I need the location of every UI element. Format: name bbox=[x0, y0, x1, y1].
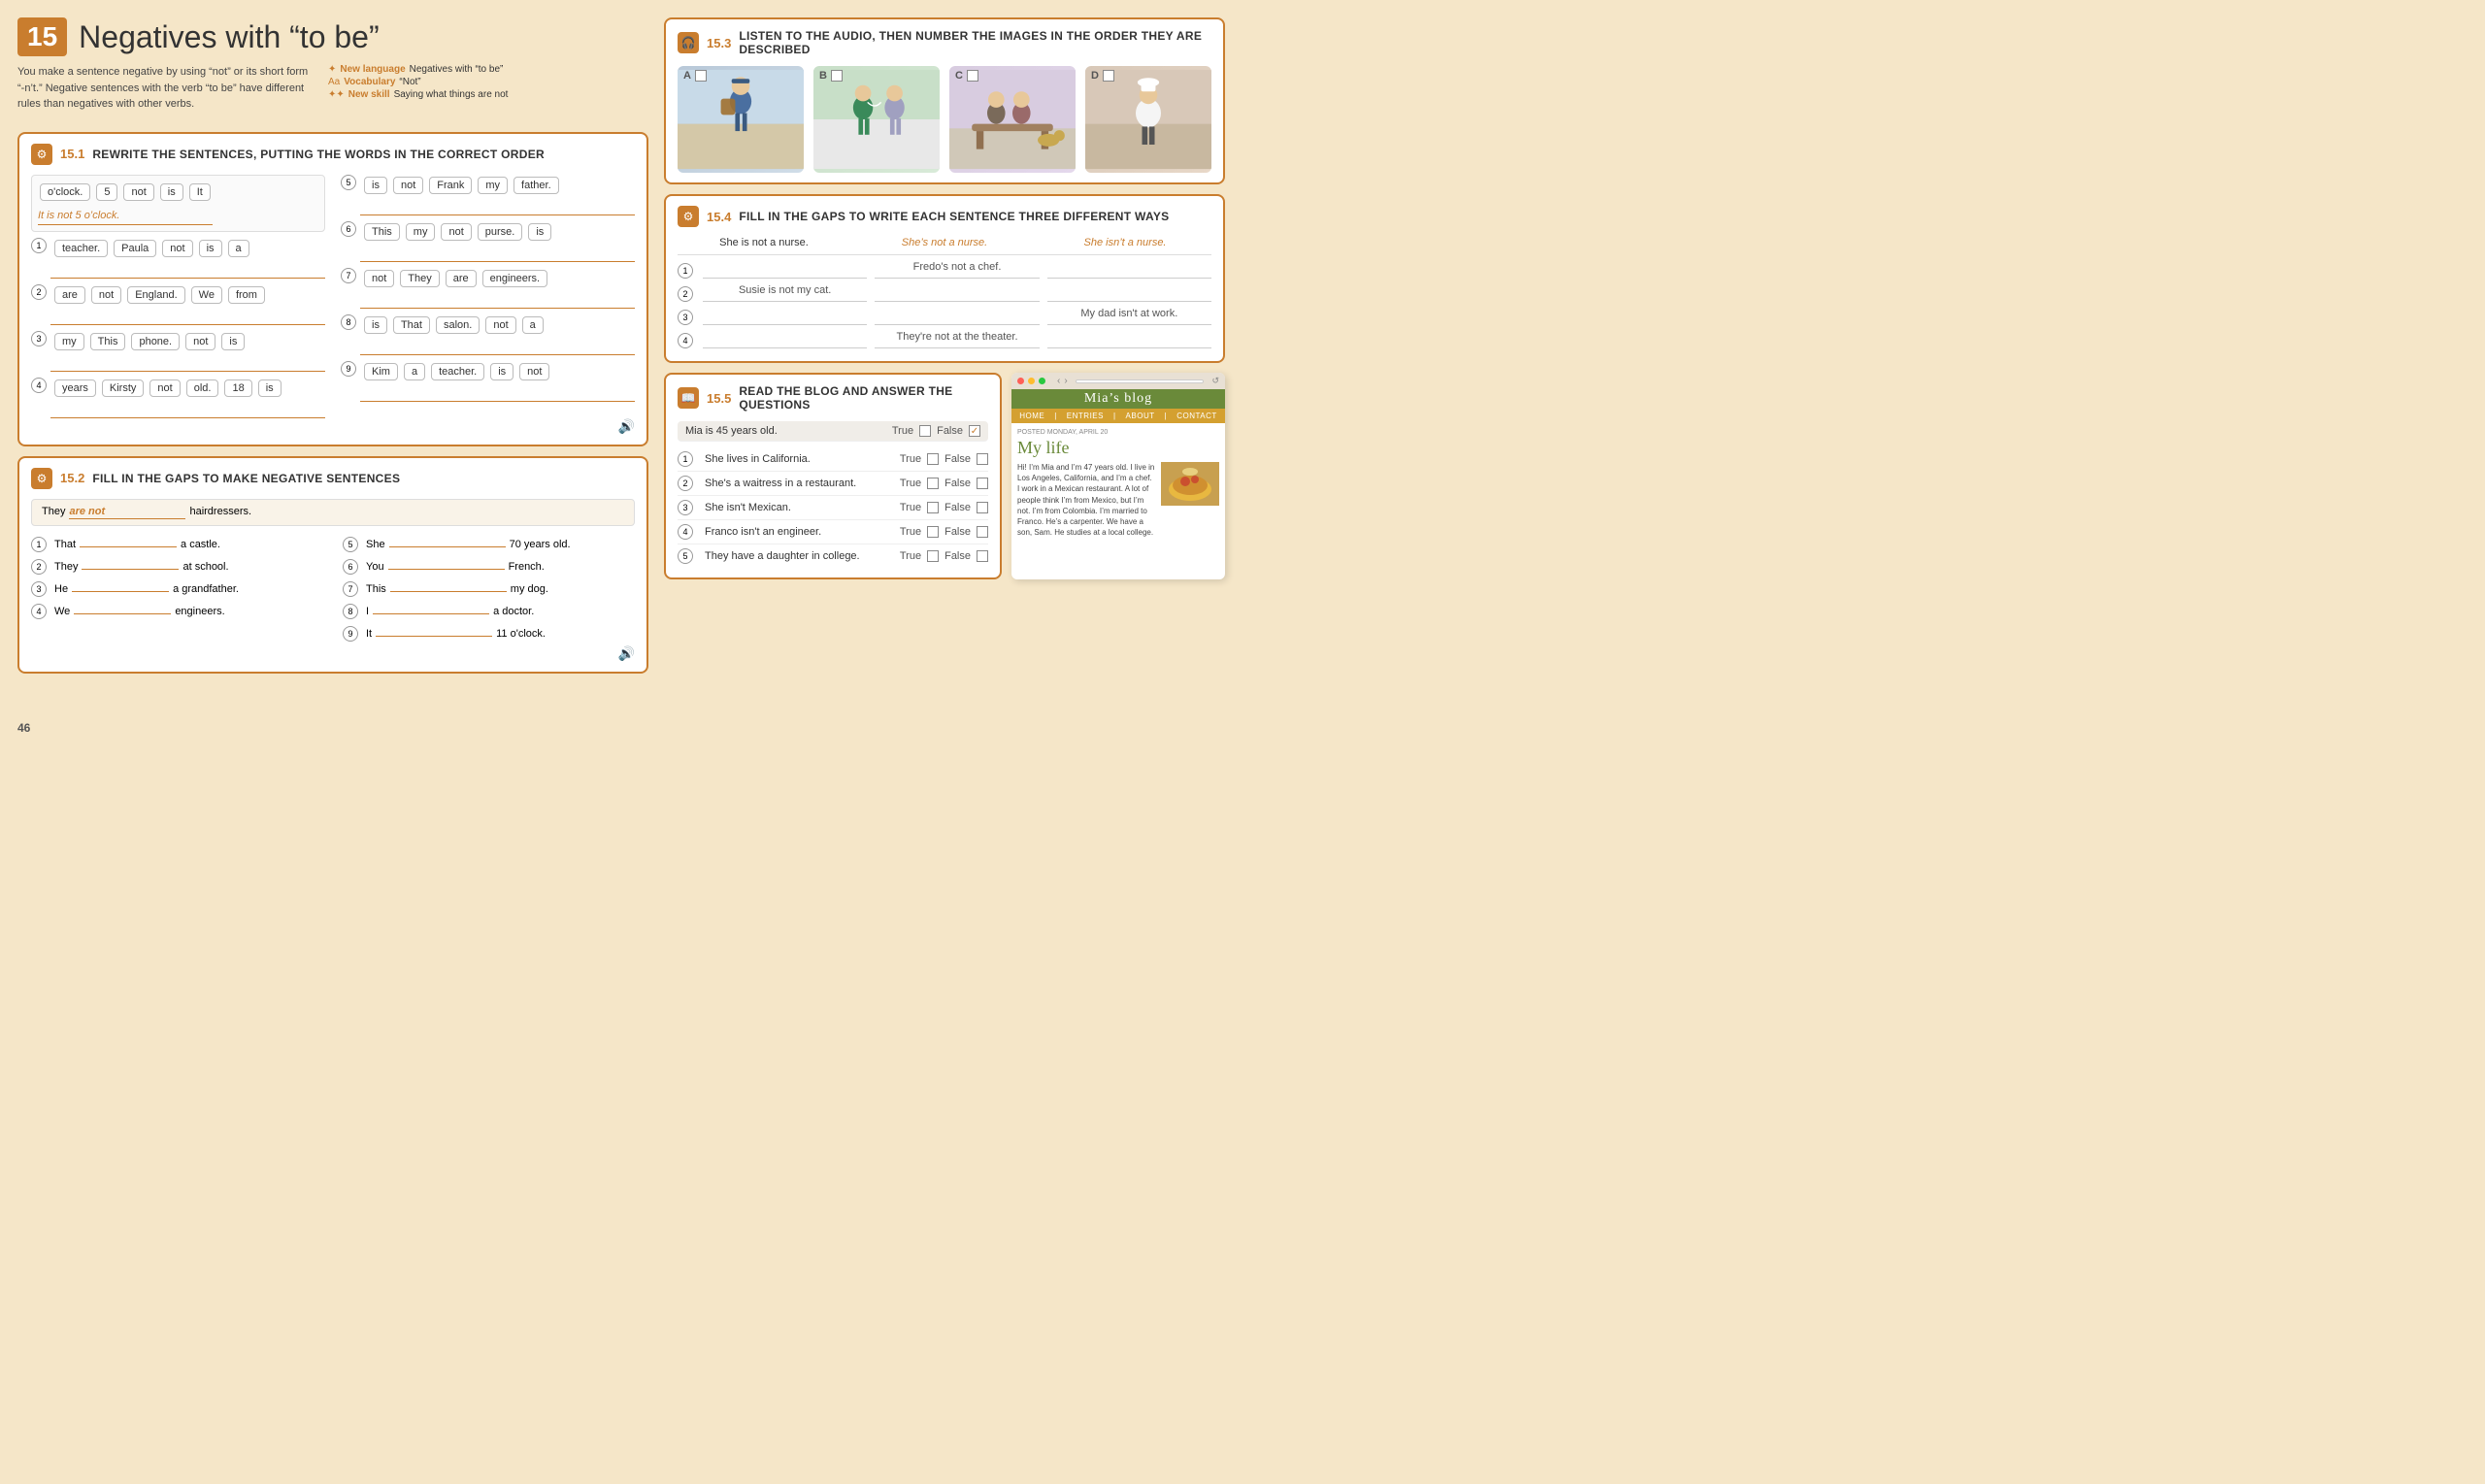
blog-title-banner: Mia’s blog bbox=[1011, 389, 1225, 409]
exercise-icon-15-5: 📖 bbox=[678, 387, 699, 409]
url-bar bbox=[1076, 379, 1205, 383]
true-check-1[interactable] bbox=[927, 453, 939, 465]
ex-row-8: 8 is That salon. not a bbox=[341, 314, 635, 355]
fill-row-5: 5 She 70 years old. bbox=[343, 534, 635, 552]
exercise-icon-15-2: ⚙ bbox=[31, 468, 52, 489]
blog-post-title: My life bbox=[1017, 438, 1219, 458]
question-row-2: 2 She's a waitress in a restaurant. True… bbox=[678, 472, 988, 496]
main-question-row: Mia is 45 years old. True False ✓ bbox=[678, 421, 988, 442]
exercise-icon-15-1: ⚙ bbox=[31, 144, 52, 165]
false-check-5[interactable] bbox=[977, 550, 988, 562]
ex-row-5: 5 is not Frank my father. bbox=[341, 175, 635, 215]
ex15-2-main-row: They are not hairdressers. bbox=[31, 499, 635, 526]
ex15-4-row-2: 2 Susie is not my cat. bbox=[678, 284, 1211, 302]
exercise-15-5: 📖 15.5 READ THE BLOG AND ANSWER THE QUES… bbox=[664, 373, 1002, 579]
word-tile: not bbox=[123, 183, 153, 201]
blog-text: Hi! I’m Mia and I’m 47 years old. I live… bbox=[1017, 462, 1155, 538]
ex15-4-header: She is not a nurse. She’s not a nurse. S… bbox=[678, 237, 1211, 255]
exercise-15-3: 🎧 15.3 LISTEN TO THE AUDIO, THEN NUMBER … bbox=[664, 17, 1225, 184]
false-check-1[interactable] bbox=[977, 453, 988, 465]
question-row-3: 3 She isn't Mexican. True False bbox=[678, 496, 988, 520]
blog-date: POSTED MONDAY, APRIL 20 bbox=[1017, 429, 1219, 436]
true-check-5[interactable] bbox=[927, 550, 939, 562]
false-check-2[interactable] bbox=[977, 478, 988, 489]
exercise-icon-15-4: ⚙ bbox=[678, 206, 699, 227]
lesson-meta: ✦ New language Negatives with “to be” Aa… bbox=[328, 64, 508, 122]
exercise-15-2: ⚙ 15.2 FILL IN THE GAPS TO MAKE NEGATIVE… bbox=[17, 456, 648, 674]
fill-row-7: 7 This my dog. bbox=[343, 578, 635, 597]
true-check-2[interactable] bbox=[927, 478, 939, 489]
image-b: B bbox=[813, 66, 940, 173]
false-checkbox-main[interactable]: ✓ bbox=[969, 425, 980, 437]
true-check-4[interactable] bbox=[927, 526, 939, 538]
word-tile: It bbox=[189, 183, 211, 201]
false-check-4[interactable] bbox=[977, 526, 988, 538]
ex15-4-row-4: 4 They're not at the theater. bbox=[678, 331, 1211, 348]
image-d: D bbox=[1085, 66, 1211, 173]
ex-row-1: 1 teacher. Paula not is a bbox=[31, 238, 325, 279]
fill-row-6: 6 You French. bbox=[343, 556, 635, 575]
question-row-5: 5 They have a daughter in college. True … bbox=[678, 544, 988, 568]
fill-row-1: 1 That a castle. bbox=[31, 534, 323, 552]
lesson-intro: You make a sentence negative by using “n… bbox=[17, 64, 309, 113]
maximize-dot bbox=[1039, 378, 1045, 384]
blog-nav: HOME | ENTRIES | ABOUT | CONTACT bbox=[1011, 409, 1225, 423]
ex-row-4: 4 years Kirsty not old. 18 is bbox=[31, 378, 325, 418]
fill-row-2: 2 They at school. bbox=[31, 556, 323, 575]
word-tile: is bbox=[160, 183, 183, 201]
ex-row-3: 3 my This phone. not is bbox=[31, 331, 325, 372]
false-check-3[interactable] bbox=[977, 502, 988, 513]
blog-food-image bbox=[1161, 462, 1219, 506]
example-answer: It is not 5 o’clock. bbox=[38, 210, 213, 225]
fill-row-3: 3 He a grandfather. bbox=[31, 578, 323, 597]
lesson-number: 15 bbox=[17, 17, 67, 56]
audio-icon-15-2[interactable]: 🔊 bbox=[31, 645, 635, 662]
example-row: o'clock. 5 not is It It is not 5 o’clock… bbox=[31, 175, 325, 232]
fill-row-8: 8 I a doctor. bbox=[343, 601, 635, 619]
exercise-15-4: ⚙ 15.4 FILL IN THE GAPS TO WRITE EACH SE… bbox=[664, 194, 1225, 363]
minimize-dot bbox=[1028, 378, 1035, 384]
blog-titlebar: ‹› ↺ bbox=[1011, 373, 1225, 389]
word-tile: o'clock. bbox=[40, 183, 90, 201]
fill-row-9: 9 It 11 o'clock. bbox=[343, 623, 635, 642]
image-c: C bbox=[949, 66, 1076, 173]
ex-row-6: 6 This my not purse. is bbox=[341, 221, 635, 262]
ex-row-7: 7 not They are engineers. bbox=[341, 268, 635, 309]
browser-nav: ‹› bbox=[1057, 376, 1068, 386]
fill-row-4: 4 We engineers. bbox=[31, 601, 323, 619]
close-dot bbox=[1017, 378, 1024, 384]
ex15-4-row-1: 1 Fredo's not a chef. bbox=[678, 261, 1211, 279]
true-checkbox-main[interactable] bbox=[919, 425, 931, 437]
word-tile: 5 bbox=[96, 183, 117, 201]
images-row: A bbox=[678, 66, 1211, 173]
true-check-3[interactable] bbox=[927, 502, 939, 513]
exercise-icon-15-3: 🎧 bbox=[678, 32, 699, 53]
question-row-1: 1 She lives in California. True False bbox=[678, 447, 988, 472]
blog-box: ‹› ↺ Mia’s blog HOME | ENTRIES | ABOUT |… bbox=[1011, 373, 1225, 579]
ex15-4-row-3: 3 My dad isn't at work. bbox=[678, 308, 1211, 325]
ex-row-2: 2 are not England. We from bbox=[31, 284, 325, 325]
question-row-4: 4 Franco isn't an engineer. True False bbox=[678, 520, 988, 544]
image-a: A bbox=[678, 66, 804, 173]
audio-icon-15-1[interactable]: 🔊 bbox=[31, 418, 635, 435]
exercise-15-1: ⚙ 15.1 REWRITE THE SENTENCES, PUTTING TH… bbox=[17, 132, 648, 446]
lesson-title: Negatives with “to be” bbox=[79, 19, 379, 55]
ex-row-9: 9 Kim a teacher. is not bbox=[341, 361, 635, 402]
page-number: 46 bbox=[17, 721, 30, 735]
